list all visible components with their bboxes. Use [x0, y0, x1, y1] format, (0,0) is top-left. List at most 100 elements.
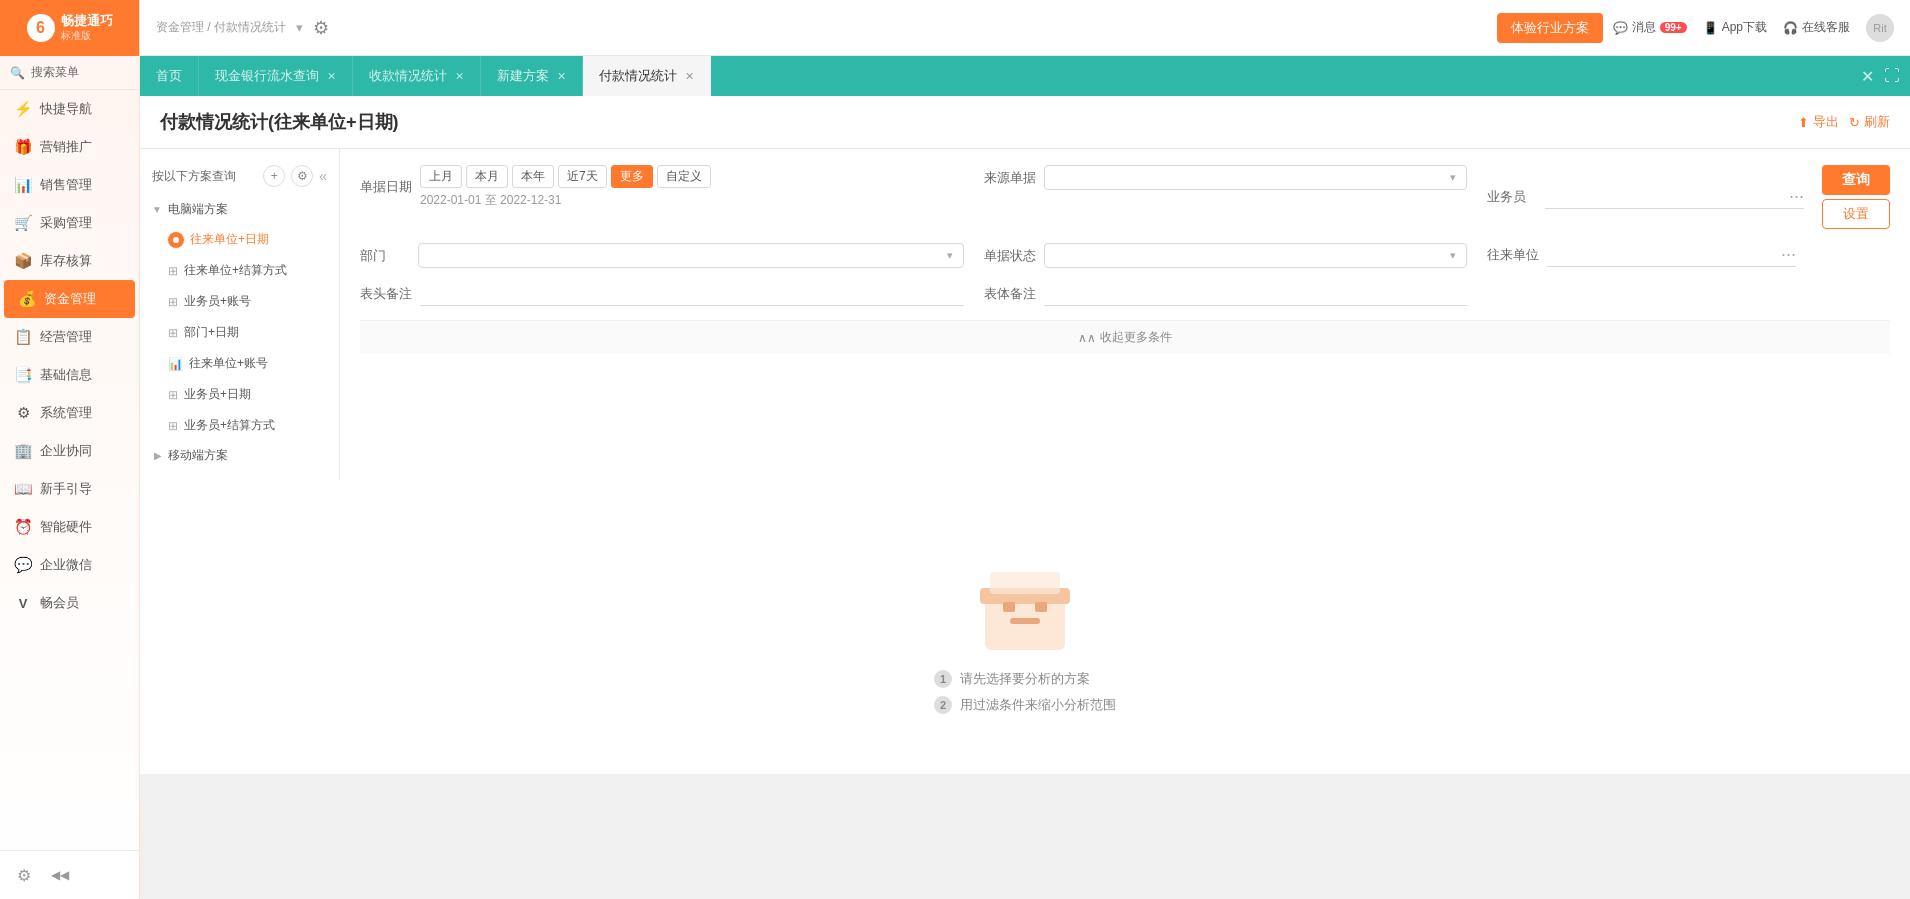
scheme-item-label: 往来单位+账号 [189, 355, 268, 372]
tab-new-scheme-close-icon[interactable]: ✕ [557, 70, 566, 83]
chevron-down-icon: ▾ [1450, 171, 1456, 184]
sidebar-item-inventory[interactable]: 📦 库存核算 [0, 242, 139, 280]
scheme-item-label: 往来单位+结算方式 [184, 262, 287, 279]
notification-action[interactable]: 💬 消息 99+ [1613, 19, 1687, 36]
scheme-item-salesman-settlement[interactable]: ⊞ 业务员+结算方式 [140, 410, 339, 441]
topbar-dropdown-arrow[interactable]: ▾ [296, 20, 303, 35]
scheme-add-btn[interactable]: + [263, 165, 285, 187]
empty-illustration [965, 540, 1085, 660]
app-download-action[interactable]: 📱 App下载 [1703, 19, 1767, 36]
sidebar-item-system[interactable]: ⚙ 系统管理 [0, 394, 139, 432]
sidebar-item-hardware[interactable]: ⏰ 智能硬件 [0, 508, 139, 546]
tab-receipt-stats[interactable]: 收款情况统计 ✕ [353, 56, 481, 96]
plus-icon: + [271, 169, 278, 183]
refresh-btn[interactable]: ↻ 刷新 [1849, 113, 1890, 131]
contact-dots-icon[interactable]: ··· [1781, 244, 1796, 265]
sidebar-item-quick-nav[interactable]: ⚡ 快捷导航 [0, 90, 139, 128]
quick-nav-icon: ⚡ [14, 100, 32, 118]
table-body-note-label: 表体备注 [984, 285, 1036, 303]
last-7-btn[interactable]: 近7天 [558, 165, 607, 188]
scheme-item-salesman-date[interactable]: ⊞ 业务员+日期 [140, 379, 339, 410]
dept-select[interactable]: ▾ [418, 243, 964, 268]
custom-btn[interactable]: 自定义 [657, 165, 711, 188]
tab-payment-stats[interactable]: 付款情况统计 ✕ [583, 56, 711, 96]
notification-label: 消息 [1632, 19, 1656, 36]
sidebar-item-label: 采购管理 [40, 214, 92, 232]
sidebar-item-label: 经营管理 [40, 328, 92, 346]
more-btn[interactable]: 更多 [611, 165, 653, 188]
tab-home[interactable]: 首页 [140, 56, 199, 96]
table-head-note-input[interactable] [420, 282, 964, 306]
query-btn[interactable]: 查询 [1822, 165, 1890, 195]
setting-btn[interactable]: 设置 [1822, 199, 1890, 229]
topbar-settings-icon[interactable]: ⚙ [313, 17, 329, 39]
tab-cash-flow-close-icon[interactable]: ✕ [327, 70, 336, 83]
sidebar-item-guide[interactable]: 📖 新手引导 [0, 470, 139, 508]
svg-rect-4 [1035, 602, 1047, 612]
page-actions: ⬆ 导出 ↻ 刷新 [1798, 113, 1890, 131]
sales-icon: 📊 [14, 176, 32, 194]
sidebar-logo: 6 畅捷通巧 标准版 [0, 0, 139, 56]
scheme-settings-btn[interactable]: ⚙ [291, 165, 313, 187]
scheme-item-contact-settlement[interactable]: ⊞ 往来单位+结算方式 [140, 255, 339, 286]
filter-doc-date: 单据日期 上月 本月 本年 近7天 更多 自定义 [360, 165, 964, 209]
tab-new-scheme[interactable]: 新建方案 ✕ [481, 56, 583, 96]
scheme-group-desktop[interactable]: ▼ 电脑端方案 [140, 195, 339, 224]
chevron-right-icon: ▶ [154, 450, 162, 461]
scheme-item-label: 业务员+日期 [184, 386, 251, 403]
sidebar-item-basic-info[interactable]: 📑 基础信息 [0, 356, 139, 394]
step-1-num: 1 [934, 670, 952, 688]
user-initial: Rit [1873, 22, 1886, 34]
sidebar-search[interactable]: 🔍 搜索菜单 [0, 56, 139, 90]
salesman-dots-icon[interactable]: ··· [1789, 186, 1804, 207]
tab-receipt-stats-close-icon[interactable]: ✕ [455, 70, 464, 83]
tab-close-all-icon[interactable]: ✕ [1861, 67, 1874, 86]
sidebar-item-operations[interactable]: 📋 经营管理 [0, 318, 139, 356]
sidebar-item-sales[interactable]: 📊 销售管理 [0, 166, 139, 204]
table-body-note-input[interactable] [1044, 282, 1467, 306]
sidebar-item-enterprise[interactable]: 🏢 企业协同 [0, 432, 139, 470]
doc-status-select[interactable]: ▾ [1044, 243, 1467, 268]
scheme-item-label: 业务员+账号 [184, 293, 251, 310]
scheme-group-label: 电脑端方案 [168, 201, 228, 218]
tab-payment-stats-close-icon[interactable]: ✕ [685, 70, 694, 83]
scheme-item-salesman-account[interactable]: ⊞ 业务员+账号 [140, 286, 339, 317]
sidebar-item-capital[interactable]: 💰 资金管理 [4, 280, 135, 318]
sidebar-item-label: 库存核算 [40, 252, 92, 270]
source-doc-select[interactable]: ▾ [1044, 165, 1467, 190]
this-year-btn[interactable]: 本年 [512, 165, 554, 188]
user-avatar[interactable]: Rit [1866, 14, 1894, 42]
export-label: 导出 [1813, 113, 1839, 131]
sidebar-item-marketing[interactable]: 🎁 营销推广 [0, 128, 139, 166]
scheme-item-contact-date[interactable]: 往来单位+日期 [140, 224, 339, 255]
scheme-item-dept-date[interactable]: ⊞ 部门+日期 [140, 317, 339, 348]
svg-rect-2 [990, 572, 1060, 594]
scheme-item-contact-account[interactable]: 📊 往来单位+账号 [140, 348, 339, 379]
filter-form: 单据日期 上月 本月 本年 近7天 更多 自定义 [340, 149, 1910, 480]
filter-table-body-note: 表体备注 [984, 282, 1467, 306]
sidebar-item-wechat[interactable]: 💬 企业微信 [0, 546, 139, 584]
collapse-conditions-bar[interactable]: ∧∧ 收起更多条件 [360, 320, 1890, 354]
doc-status-label: 单据状态 [984, 247, 1036, 265]
sidebar-settings-btn[interactable]: ⚙ [10, 861, 38, 889]
sidebar-item-vip[interactable]: V 畅会员 [0, 584, 139, 622]
tab-cash-flow[interactable]: 现金银行流水查询 ✕ [199, 56, 353, 96]
capital-icon: 💰 [18, 290, 36, 308]
tab-home-label: 首页 [156, 67, 182, 85]
last-month-btn[interactable]: 上月 [420, 165, 462, 188]
trial-industry-btn[interactable]: 体验行业方案 [1497, 13, 1603, 43]
scheme-collapse-btn[interactable]: « [319, 168, 327, 184]
scheme-panel: 按以下方案查询 + ⚙ « [140, 149, 340, 480]
scheme-group-mobile[interactable]: ▶ 移动端方案 [140, 441, 339, 470]
contact-input[interactable] [1547, 243, 1781, 266]
tab-expand-icon[interactable]: ⛶ [1884, 67, 1900, 85]
export-btn[interactable]: ⬆ 导出 [1798, 113, 1839, 131]
salesman-input[interactable] [1545, 185, 1789, 208]
sidebar-item-purchase[interactable]: 🛒 采购管理 [0, 204, 139, 242]
online-service-action[interactable]: 🎧 在线客服 [1783, 19, 1850, 36]
this-month-btn[interactable]: 本月 [466, 165, 508, 188]
inventory-icon: 📦 [14, 252, 32, 270]
filter-source-doc: 来源单据 ▾ [984, 165, 1467, 190]
purchase-icon: 🛒 [14, 214, 32, 232]
sidebar-collapse-btn[interactable]: ◀◀ [46, 861, 74, 889]
